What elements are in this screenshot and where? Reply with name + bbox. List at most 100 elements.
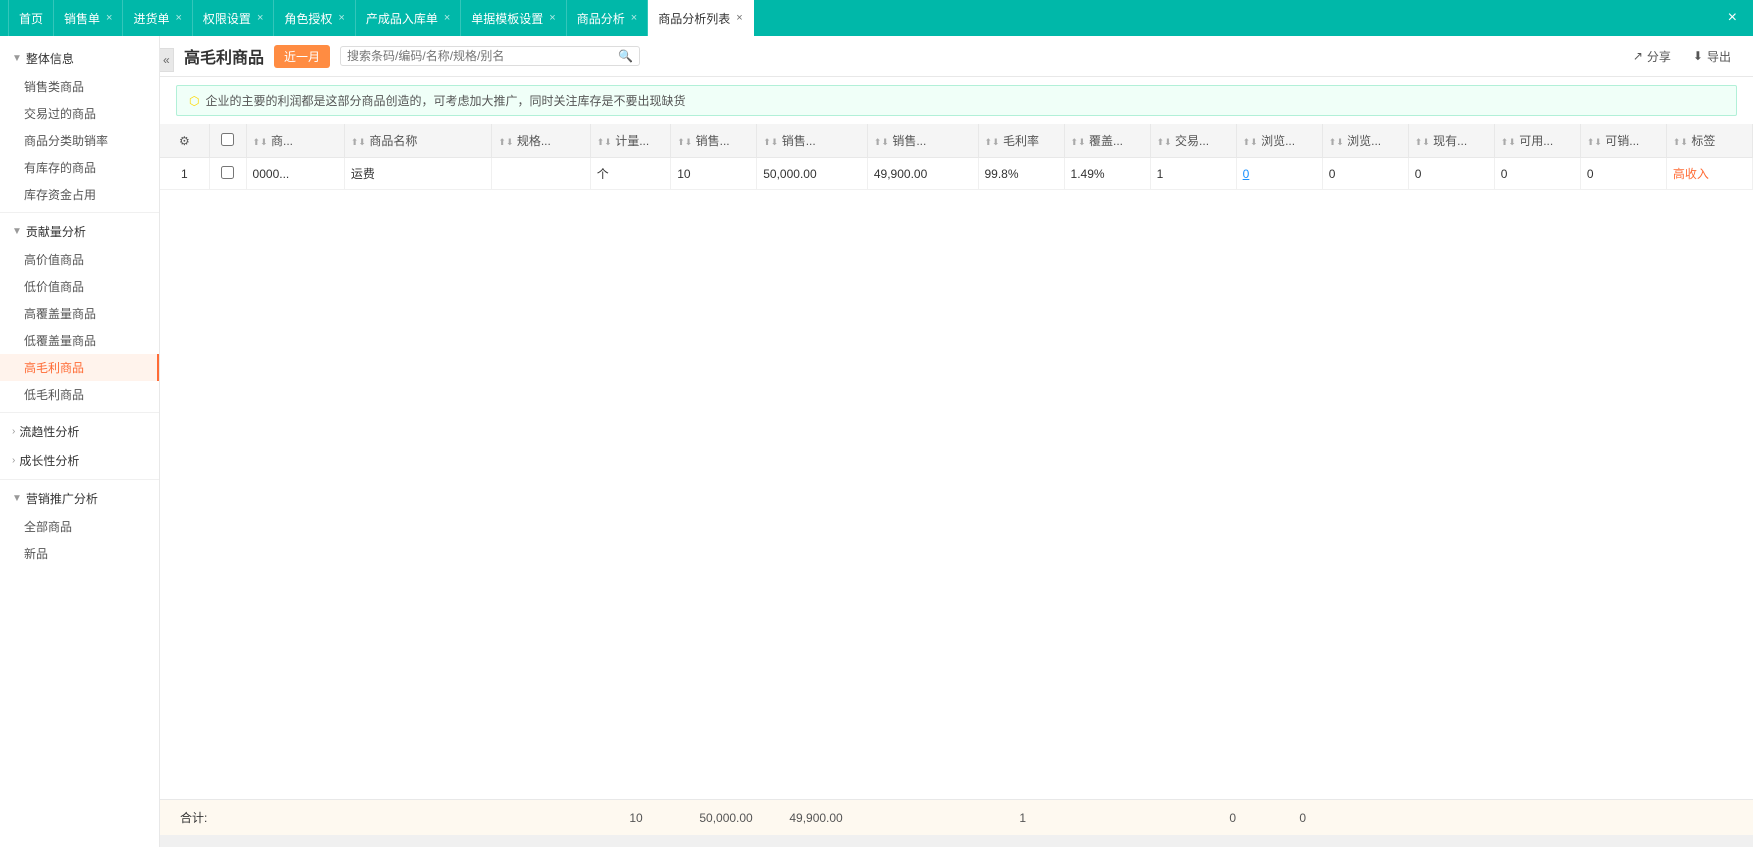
search-icon[interactable]: 🔍 (618, 49, 633, 63)
sidebar-item-stock-capital[interactable]: 库存资金占用 (0, 181, 159, 208)
nav-tab-sales[interactable]: 销售单 × (54, 0, 123, 36)
nav-tab-role[interactable]: 角色授权 × (274, 0, 355, 36)
th-sale-qty[interactable]: ⬆⬇ 销售... (671, 124, 757, 158)
th-settings[interactable]: ⚙ (160, 124, 209, 158)
td-sale-qty: 10 (671, 158, 757, 190)
sidebar-item-low-margin[interactable]: 低毛利商品 (0, 381, 159, 408)
sidebar-item-category-rate[interactable]: 商品分类助销率 (0, 127, 159, 154)
main-layout: ▼ 整体信息 销售类商品 交易过的商品 商品分类助销率 有库存的商品 库存资金占… (0, 36, 1753, 847)
arrow-contribution: ▼ (12, 226, 22, 237)
th-stock-exist[interactable]: ⬆⬇ 现有... (1408, 124, 1494, 158)
th-checkbox[interactable] (209, 124, 246, 158)
th-view2[interactable]: ⬆⬇ 浏览... (1322, 124, 1408, 158)
sidebar-group-growth[interactable]: › 成长性分析 (0, 446, 159, 475)
td-transaction: 1 (1150, 158, 1236, 190)
table-footer: 合计: 10 50,000.00 49,900.00 1 0 0 (160, 799, 1753, 835)
sidebar-divider-1 (0, 212, 159, 213)
td-spec (492, 158, 590, 190)
select-all-checkbox[interactable] (221, 133, 234, 146)
th-margin-rate[interactable]: ⬆⬇ 毛利率 (978, 124, 1064, 158)
sidebar-collapse-button[interactable]: « (160, 48, 174, 72)
th-sale-amount[interactable]: ⬆⬇ 销售... (757, 124, 868, 158)
td-tag: 高收入 (1666, 158, 1752, 190)
th-sellable[interactable]: ⬆⬇ 可销... (1580, 124, 1666, 158)
td-stock-avail: 0 (1494, 158, 1580, 190)
sidebar-item-high-coverage[interactable]: 高覆盖量商品 (0, 300, 159, 327)
close-sales-tab[interactable]: × (106, 12, 112, 24)
sort-icon-rate2: ⬆⬇ (1071, 137, 1086, 147)
th-coverage[interactable]: ⬆⬇ 覆盖... (1064, 124, 1150, 158)
sort-icon-tag: ⬆⬇ (1673, 137, 1688, 147)
td-sellable: 0 (1580, 158, 1666, 190)
page-title: 高毛利商品 (184, 44, 264, 68)
nav-tab-home[interactable]: 首页 (8, 0, 54, 36)
sort-icon-unit: ⬆⬇ (597, 137, 612, 147)
close-template-tab[interactable]: × (549, 12, 555, 24)
nav-tab-template[interactable]: 单据模板设置 × (461, 0, 566, 36)
sidebar-item-all-goods[interactable]: 全部商品 (0, 513, 159, 540)
th-tag[interactable]: ⬆⬇ 标签 (1666, 124, 1752, 158)
share-button[interactable]: ↗ 分享 (1627, 45, 1677, 68)
filter-recent-month-button[interactable]: 近一月 (274, 45, 330, 68)
sidebar-group-trend[interactable]: › 流趋性分析 (0, 417, 159, 446)
th-view1[interactable]: ⬆⬇ 浏览... (1236, 124, 1322, 158)
sidebar-item-low-value[interactable]: 低价值商品 (0, 273, 159, 300)
td-sale-amount: 50,000.00 (757, 158, 868, 190)
th-unit[interactable]: ⬆⬇ 计量... (590, 124, 670, 158)
data-table: ⚙ ⬆⬇ 商... ⬆⬇ 商品名称 (160, 124, 1753, 190)
th-spec[interactable]: ⬆⬇ 规格... (492, 124, 590, 158)
sidebar-item-high-value[interactable]: 高价值商品 (0, 246, 159, 273)
row-checkbox[interactable] (221, 166, 234, 179)
sidebar-item-stock-goods[interactable]: 有库存的商品 (0, 154, 159, 181)
close-role-tab[interactable]: × (338, 12, 344, 24)
export-button[interactable]: ⬇ 导出 (1687, 45, 1737, 68)
td-name[interactable]: 运费 (344, 158, 492, 190)
table-header: ⚙ ⬆⬇ 商... ⬆⬇ 商品名称 (160, 124, 1753, 158)
close-permission-tab[interactable]: × (257, 12, 263, 24)
th-transaction[interactable]: ⬆⬇ 交易... (1150, 124, 1236, 158)
close-analysis-list-tab[interactable]: × (736, 12, 742, 24)
nav-tab-permission[interactable]: 权限设置 × (193, 0, 274, 36)
sidebar-item-new-goods[interactable]: 新品 (0, 540, 159, 567)
sidebar-group-contribution[interactable]: ▼ 贡献量分析 (0, 217, 159, 246)
arrow-growth: › (12, 455, 15, 466)
nav-tab-product-in[interactable]: 产成品入库单 × (356, 0, 461, 36)
sidebar-item-high-margin[interactable]: 高毛利商品 (0, 354, 159, 381)
settings-icon[interactable]: ⚙ (179, 134, 190, 148)
footer-exist: 0 (1229, 811, 1299, 825)
sidebar-item-sales-goods[interactable]: 销售类商品 (0, 73, 159, 100)
th-sale-gross[interactable]: ⬆⬇ 销售... (867, 124, 978, 158)
sort-icon-spec: ⬆⬇ (498, 137, 513, 147)
sort-icon-sale4: ⬆⬇ (1587, 137, 1602, 147)
table-header-row: ⚙ ⬆⬇ 商... ⬆⬇ 商品名称 (160, 124, 1753, 158)
window-close-button[interactable]: × (1720, 9, 1745, 27)
td-check[interactable] (209, 158, 246, 190)
sidebar-group-overall[interactable]: ▼ 整体信息 (0, 44, 159, 73)
nav-tab-purchase[interactable]: 进货单 × (123, 0, 192, 36)
nav-tab-analysis-list[interactable]: 商品分析列表 × (648, 0, 753, 36)
close-purchase-tab[interactable]: × (175, 12, 181, 24)
td-margin-rate: 99.8% (978, 158, 1064, 190)
sort-icon-name: ⬆⬇ (351, 137, 366, 147)
sidebar-group-marketing[interactable]: ▼ 营销推广分析 (0, 484, 159, 513)
th-name[interactable]: ⬆⬇ 商品名称 (344, 124, 492, 158)
th-code[interactable]: ⬆⬇ 商... (246, 124, 344, 158)
td-view1[interactable]: 0 (1236, 158, 1322, 190)
share-icon: ↗ (1633, 49, 1643, 63)
th-stock-avail[interactable]: ⬆⬇ 可用... (1494, 124, 1580, 158)
nav-tab-analysis[interactable]: 商品分析 × (567, 0, 648, 36)
td-num: 1 (160, 158, 209, 190)
sort-icon-code: ⬆⬇ (253, 137, 268, 147)
close-analysis-tab[interactable]: × (631, 12, 637, 24)
sidebar-item-low-coverage[interactable]: 低覆盖量商品 (0, 327, 159, 354)
arrow-overall: ▼ (12, 53, 22, 64)
table-container[interactable]: ⚙ ⬆⬇ 商... ⬆⬇ 商品名称 (160, 124, 1753, 799)
close-product-in-tab[interactable]: × (444, 12, 450, 24)
sidebar-item-traded-goods[interactable]: 交易过的商品 (0, 100, 159, 127)
footer-sale1: 10 (629, 811, 699, 825)
info-banner: ⬡ 企业的主要的利润都是这部分商品创造的，可考虑加大推广，同时关注库存是不要出现… (176, 85, 1737, 116)
search-input[interactable] (347, 49, 618, 63)
arrow-trend: › (12, 426, 15, 437)
horizontal-scrollbar[interactable] (160, 835, 1753, 847)
info-text: 企业的主要的利润都是这部分商品创造的，可考虑加大推广，同时关注库存是不要出现缺货 (205, 92, 685, 109)
